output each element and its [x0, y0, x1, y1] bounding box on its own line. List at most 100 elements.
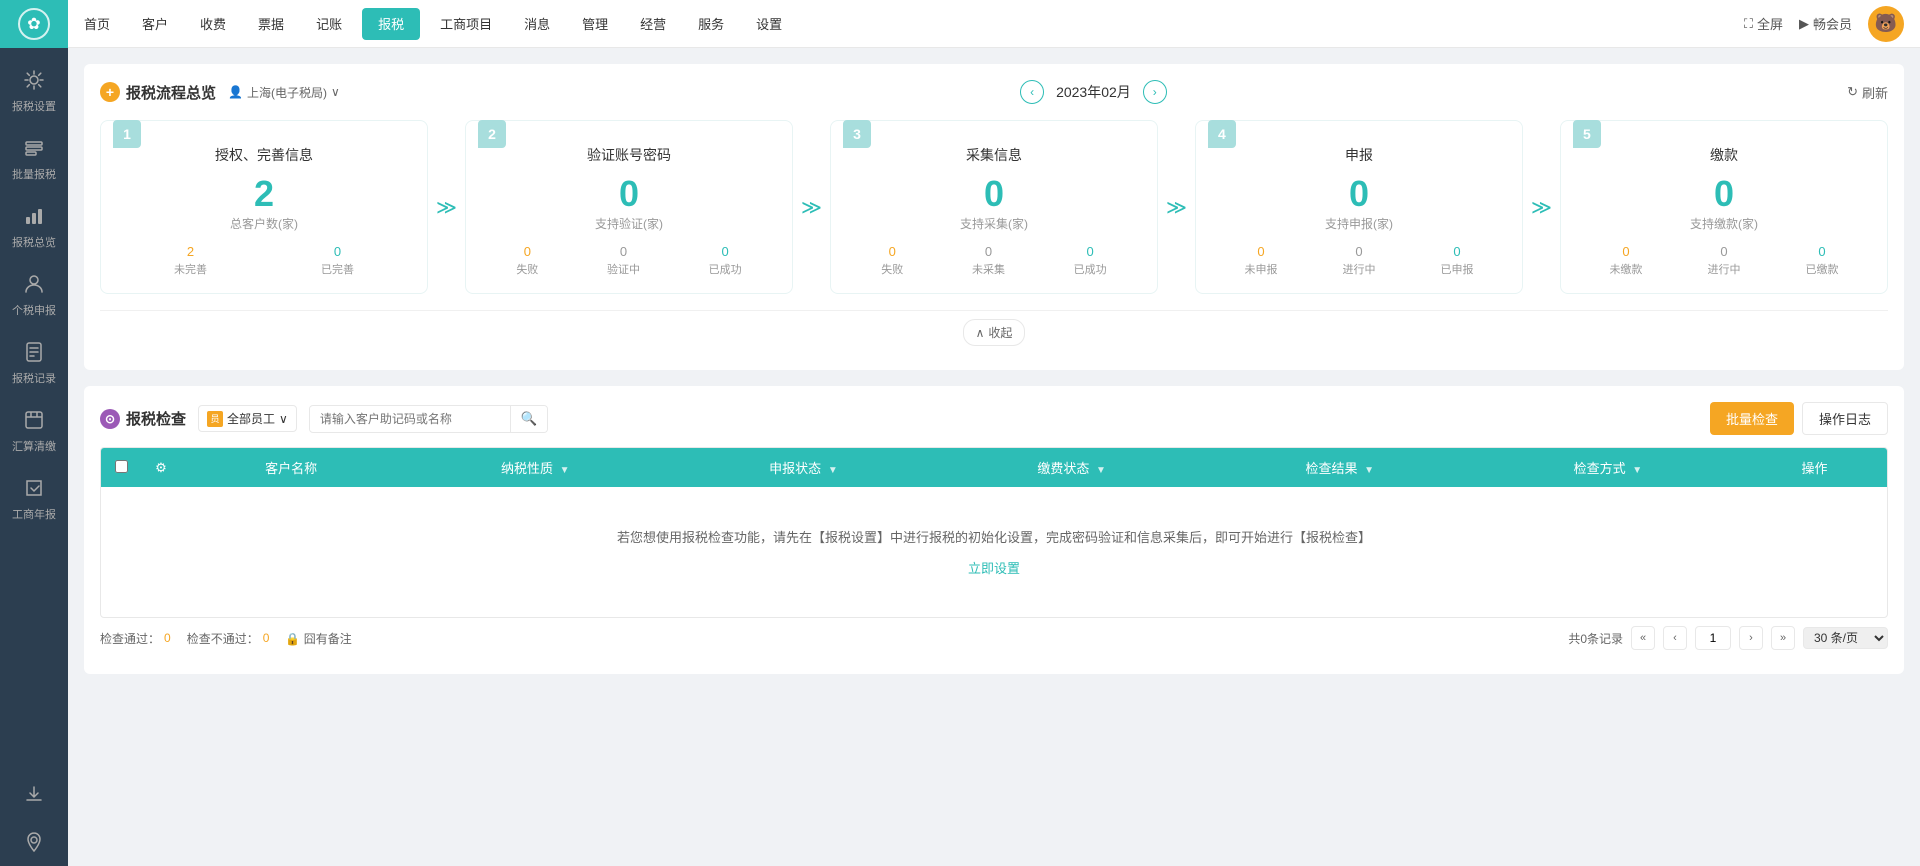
- chevron-down-icon: ∨: [331, 85, 340, 99]
- employee-label: 全部员工: [227, 410, 275, 427]
- next-page-button[interactable]: ›: [1739, 626, 1763, 650]
- panel-header: + 报税流程总览 👤 上海(电子税局) ∨ ‹ 2023年02月 › ↻ 刷新: [100, 80, 1888, 104]
- stat-label-success-3: 已成功: [1074, 261, 1107, 277]
- batch-check-button[interactable]: 批量检查: [1710, 402, 1794, 435]
- prev-month-button[interactable]: ‹: [1020, 80, 1044, 104]
- select-all-checkbox[interactable]: [115, 460, 128, 473]
- check-title-icon: ⊙: [100, 409, 120, 429]
- location-badge[interactable]: 👤 上海(电子税局) ∨: [228, 84, 340, 101]
- fail-value[interactable]: 0: [263, 631, 270, 645]
- prev-page-button[interactable]: ‹: [1663, 626, 1687, 650]
- nav-home[interactable]: 首页: [68, 0, 126, 47]
- sidebar-item-tax-record[interactable]: 报税记录: [0, 328, 68, 396]
- stat-val-undeclared-4: 0: [1257, 244, 1264, 259]
- personal-tax-icon: [20, 270, 48, 298]
- app-logo[interactable]: ✿: [0, 0, 68, 48]
- employee-icon: 员: [207, 411, 223, 427]
- col-check-result: 检查结果 ▼: [1206, 448, 1474, 487]
- top-navbar: ✿ 首页 客户 收费 票据 记账 报税 工商项目 消息 管理 经营 服务 设置 …: [0, 0, 1920, 48]
- location-icon: [20, 828, 48, 856]
- nav-accounting[interactable]: 记账: [300, 0, 358, 47]
- sidebar-item-download[interactable]: [0, 770, 68, 818]
- stat-label-inprogress-4: 进行中: [1342, 261, 1375, 277]
- per-page-select[interactable]: 30 条/页50 条/页100 条/页: [1803, 627, 1888, 649]
- nav-fee[interactable]: 收费: [184, 0, 242, 47]
- nav-settings[interactable]: 设置: [740, 0, 798, 47]
- footer-pass-stat: 检查通过： 0: [100, 630, 171, 647]
- collapse-bar[interactable]: ∧ 收起: [100, 310, 1888, 354]
- collapse-button[interactable]: ∧ 收起: [963, 319, 1026, 346]
- step-title-5: 缴款: [1577, 145, 1871, 165]
- gear-header[interactable]: ⚙: [141, 448, 181, 487]
- stat-val-incomplete: 2: [187, 244, 194, 259]
- sidebar-item-annual-report[interactable]: 工商年报: [0, 464, 68, 532]
- filter-icon-check-method[interactable]: ▼: [1632, 465, 1642, 476]
- stat-val-success-3: 0: [1087, 244, 1094, 259]
- user-avatar[interactable]: 🐻: [1868, 6, 1904, 42]
- arrow-3-4: ≫: [1158, 120, 1195, 294]
- search-input[interactable]: [310, 407, 510, 431]
- refresh-icon: ↻: [1847, 84, 1858, 100]
- refresh-button[interactable]: ↻ 刷新: [1847, 83, 1888, 102]
- check-title: ⊙ 报税检查: [100, 408, 186, 429]
- sidebar-item-annual-tax[interactable]: 汇算清缴: [0, 396, 68, 464]
- search-button[interactable]: 🔍: [510, 406, 548, 432]
- step-title-3: 采集信息: [847, 145, 1141, 165]
- filter-icon-declare-status[interactable]: ▼: [828, 465, 838, 476]
- stat-val-inprogress-4: 0: [1355, 244, 1362, 259]
- filter-icon-payment-status[interactable]: ▼: [1096, 465, 1106, 476]
- step-bignum-1: 2: [117, 173, 411, 215]
- footer-note: 🔒 囧有备注: [285, 630, 351, 647]
- step-num-1: 1: [113, 120, 141, 148]
- stat-label-declared-4: 已申报: [1440, 261, 1473, 277]
- member-button[interactable]: ▶ 畅会员: [1799, 14, 1852, 33]
- nav-business[interactable]: 工商项目: [424, 0, 508, 47]
- nav-message[interactable]: 消息: [508, 0, 566, 47]
- step-card-3: 3 采集信息 0 支持采集(家) 0 失败 0 未采集 0 已成功: [830, 120, 1158, 294]
- filter-icon-check-result[interactable]: ▼: [1364, 465, 1374, 476]
- stat-label-complete: 已完善: [321, 261, 354, 277]
- stat-val-success-2: 0: [722, 244, 729, 259]
- col-tax-type: 纳税性质 ▼: [401, 448, 669, 487]
- gear-icon: ⚙: [155, 460, 167, 475]
- step-stats-1: 2 未完善 0 已完善: [117, 244, 411, 277]
- stat-val-fail-2: 0: [524, 244, 531, 259]
- location-text: 上海(电子税局): [247, 84, 327, 101]
- main-content: + 报税流程总览 👤 上海(电子税局) ∨ ‹ 2023年02月 › ↻ 刷新: [68, 48, 1920, 866]
- last-page-button[interactable]: »: [1771, 626, 1795, 650]
- stat-label-paid-5: 已缴款: [1805, 261, 1838, 277]
- setup-link[interactable]: 立即设置: [121, 558, 1867, 577]
- next-month-button[interactable]: ›: [1143, 80, 1167, 104]
- sidebar-item-location[interactable]: [0, 818, 68, 866]
- nav-manage[interactable]: 管理: [566, 0, 624, 47]
- sidebar-item-tax-overview[interactable]: 报税总览: [0, 192, 68, 260]
- empty-state: 若您想使用报税检查功能，请先在【报税设置】中进行报税的初始化设置，完成密码验证和…: [101, 487, 1887, 617]
- select-all-header[interactable]: [101, 448, 141, 487]
- month-navigation: ‹ 2023年02月 ›: [1020, 80, 1167, 104]
- employee-select[interactable]: 员 全部员工 ∨: [198, 405, 297, 432]
- nav-customer[interactable]: 客户: [126, 0, 184, 47]
- sidebar-label-tax-overview: 报税总览: [12, 234, 56, 250]
- sidebar-label-personal-tax: 个税申报: [12, 302, 56, 318]
- nav-service[interactable]: 服务: [682, 0, 740, 47]
- page-input[interactable]: [1695, 626, 1731, 650]
- sidebar-item-tax-settings[interactable]: 报税设置: [0, 56, 68, 124]
- fail-label: 检查不通过：: [187, 630, 259, 647]
- logo-icon: ✿: [18, 8, 50, 40]
- operation-log-button[interactable]: 操作日志: [1802, 402, 1888, 435]
- stat-label-paying-5: 进行中: [1707, 261, 1740, 277]
- stat-undeclared-4: 0 未申报: [1244, 244, 1277, 277]
- tax-overview-icon: [20, 202, 48, 230]
- sidebar-item-personal-tax[interactable]: 个税申报: [0, 260, 68, 328]
- nav-tax[interactable]: 报税: [362, 8, 420, 40]
- step-card-4: 4 申报 0 支持申报(家) 0 未申报 0 进行中 0 已申报: [1195, 120, 1523, 294]
- nav-invoice[interactable]: 票据: [242, 0, 300, 47]
- sidebar-item-batch-tax[interactable]: 批量报税: [0, 124, 68, 192]
- fullscreen-button[interactable]: ⛶ 全屏: [1744, 14, 1783, 33]
- first-page-button[interactable]: «: [1631, 626, 1655, 650]
- pass-value[interactable]: 0: [164, 631, 171, 645]
- overview-title: 报税流程总览: [126, 82, 216, 103]
- nav-operation[interactable]: 经营: [624, 0, 682, 47]
- annual-report-icon: [20, 474, 48, 502]
- filter-icon-tax-type[interactable]: ▼: [560, 465, 570, 476]
